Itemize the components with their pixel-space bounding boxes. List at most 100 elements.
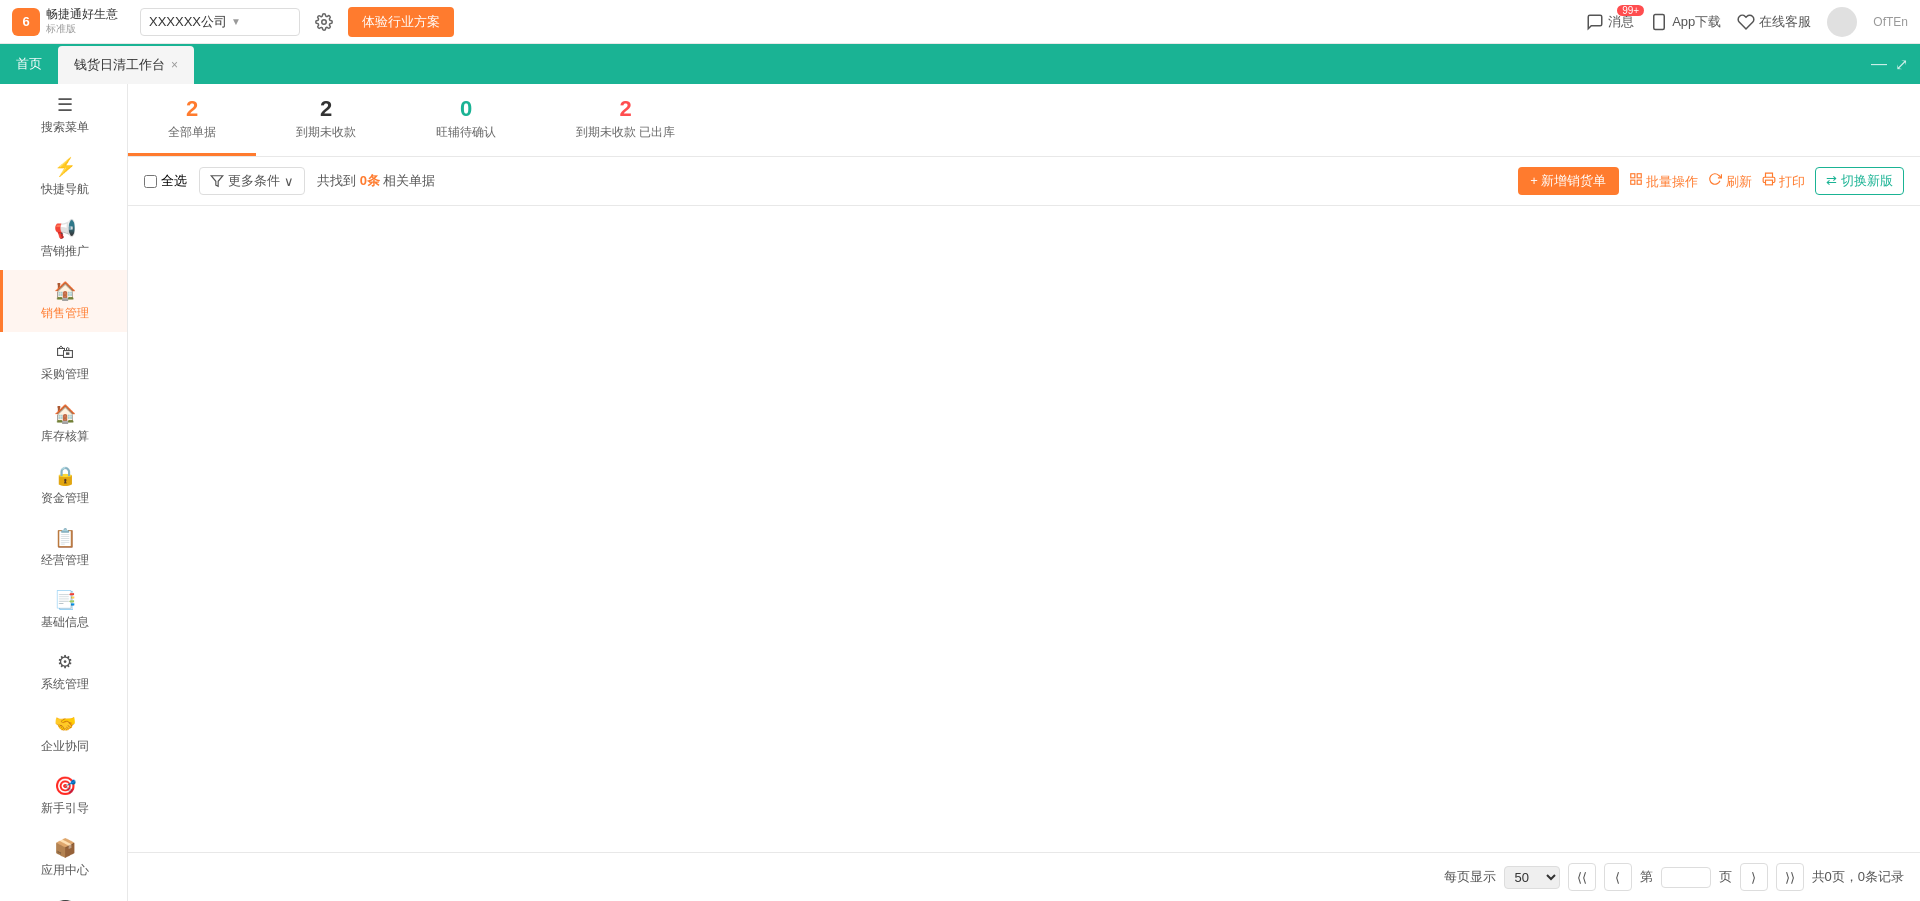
- sidebar-item-marketing[interactable]: 📢 营销推广: [0, 208, 127, 270]
- print-btn[interactable]: 打印: [1762, 172, 1806, 191]
- total-info: 共0页，0条记录: [1812, 868, 1904, 886]
- finance-icon: 🔒: [54, 465, 76, 487]
- cooperation-icon: 🤝: [54, 713, 76, 735]
- page-first-btn[interactable]: ⟨⟨: [1568, 863, 1596, 891]
- sidebar-item-search-menu[interactable]: ☰ 搜索菜单: [0, 84, 127, 146]
- sidebar-item-finance[interactable]: 🔒 资金管理: [0, 455, 127, 517]
- logo-area: 6 畅捷通好生意 标准版: [12, 7, 140, 37]
- toolbar-right: + 新增销货单 批量操作 刷新: [1518, 167, 1904, 195]
- sidebar-item-cooperation[interactable]: 🤝 企业协同: [0, 703, 127, 765]
- svg-rect-7: [1637, 180, 1641, 184]
- stat-tab-pending[interactable]: 0 旺辅待确认: [396, 84, 536, 156]
- stat-num-overdue: 2: [320, 96, 332, 122]
- marketing-icon: 📢: [54, 218, 76, 240]
- svg-rect-5: [1637, 173, 1641, 177]
- stat-tab-overdue[interactable]: 2 到期未收款: [256, 84, 396, 156]
- quick-nav-icon: ⚡: [54, 156, 76, 178]
- stat-label-pending: 旺辅待确认: [436, 124, 496, 141]
- stats-tabs: 2 全部单据 2 到期未收款 0 旺辅待确认 2 到期未收款 已出库: [128, 84, 1920, 157]
- sidebar-item-system[interactable]: ⚙ 系统管理: [0, 641, 127, 703]
- sidebar-item-sales[interactable]: 🏠 销售管理: [0, 270, 127, 332]
- tab-active[interactable]: 钱货日清工作台 ×: [58, 46, 194, 84]
- stat-tab-all[interactable]: 2 全部单据: [128, 84, 256, 156]
- refresh-btn[interactable]: 刷新: [1708, 172, 1752, 191]
- tab-bar-right: — ⤢: [1871, 55, 1920, 74]
- stat-label-overdue: 到期未收款: [296, 124, 356, 141]
- system-icon: ⚙: [57, 651, 73, 673]
- svg-rect-6: [1630, 180, 1634, 184]
- avatar[interactable]: [1827, 7, 1857, 37]
- page-size-label: 每页显示: [1444, 868, 1496, 886]
- sidebar-item-base-info[interactable]: 📑 基础信息: [0, 579, 127, 641]
- batch-btn[interactable]: 批量操作: [1629, 172, 1699, 191]
- tab-close-btn[interactable]: ×: [171, 58, 178, 72]
- tab-minimize-btn[interactable]: —: [1871, 55, 1887, 73]
- company-name: XXXXXX公司: [149, 13, 227, 31]
- page-next-btn[interactable]: ⟩: [1740, 863, 1768, 891]
- page-prev-btn[interactable]: ⟨: [1604, 863, 1632, 891]
- sidebar-item-wechat[interactable]: 💬 企业微信: [0, 889, 127, 901]
- tab-expand-btn[interactable]: ⤢: [1895, 55, 1908, 74]
- message-item[interactable]: 消息 99+: [1586, 13, 1634, 31]
- sidebar-item-quick-nav[interactable]: ⚡ 快捷导航: [0, 146, 127, 208]
- base-info-icon: 📑: [54, 589, 76, 611]
- purchase-icon: 🛍: [56, 342, 74, 363]
- sidebar-item-guide[interactable]: 🎯 新手引导: [0, 765, 127, 827]
- app-center-icon: 📦: [54, 837, 76, 859]
- app-name: 畅捷通好生意: [46, 7, 118, 23]
- sidebar-item-inventory[interactable]: 🏠 库存核算: [0, 393, 127, 455]
- page-input[interactable]: 1: [1661, 867, 1711, 888]
- tab-bar: 首页 钱货日清工作台 × — ⤢: [0, 44, 1920, 84]
- sidebar-item-app-center[interactable]: 📦 应用中心: [0, 827, 127, 889]
- toolbar: 全选 更多条件 ∨ 共找到 0条 相关单据 + 新增销货单: [128, 157, 1920, 206]
- stat-num-all: 2: [186, 96, 198, 122]
- experience-btn[interactable]: 体验行业方案: [348, 7, 454, 37]
- sidebar-item-purchase[interactable]: 🛍 采购管理: [0, 332, 127, 393]
- found-count: 0条: [360, 173, 380, 188]
- print-icon: [1762, 172, 1776, 186]
- svg-rect-1: [1654, 14, 1665, 29]
- search-menu-icon: ☰: [57, 94, 73, 116]
- inventory-icon: 🏠: [54, 403, 76, 425]
- page-size-select[interactable]: 20 50 100: [1504, 866, 1560, 889]
- guide-icon: 🎯: [54, 775, 76, 797]
- operations-icon: 📋: [54, 527, 76, 549]
- online-service-label: 在线客服: [1759, 13, 1811, 31]
- online-service-item[interactable]: 在线客服: [1737, 13, 1811, 31]
- stat-num-overdue-out: 2: [620, 96, 632, 122]
- filter-btn[interactable]: 更多条件 ∨: [199, 167, 305, 195]
- svg-marker-3: [211, 176, 223, 187]
- company-selector[interactable]: XXXXXX公司 ▼: [140, 8, 300, 36]
- app-download-label: App下载: [1672, 13, 1721, 31]
- page-label: 第: [1640, 868, 1653, 886]
- main-layout: ☰ 搜索菜单 ⚡ 快捷导航 📢 营销推广 🏠 销售管理 🛍 采购管理 🏠 库存核…: [0, 84, 1920, 901]
- svg-point-0: [322, 19, 327, 24]
- select-all-input[interactable]: [144, 175, 157, 188]
- sidebar-item-operations[interactable]: 📋 经营管理: [0, 517, 127, 579]
- header-right: 消息 99+ App下载 在线客服 OfTEn: [1586, 7, 1908, 37]
- user-name: OfTEn: [1873, 15, 1908, 29]
- stat-tab-overdue-out[interactable]: 2 到期未收款 已出库: [536, 84, 715, 156]
- chevron-down-icon: ▼: [231, 16, 241, 27]
- select-all-checkbox[interactable]: 全选: [144, 172, 187, 190]
- stat-num-pending: 0: [460, 96, 472, 122]
- top-header: 6 畅捷通好生意 标准版 XXXXXX公司 ▼ 体验行业方案 消息 99+: [0, 0, 1920, 44]
- page-last-btn[interactable]: ⟩⟩: [1776, 863, 1804, 891]
- message-badge: 99+: [1617, 5, 1644, 16]
- switch-new-btn[interactable]: ⇄ 切换新版: [1815, 167, 1904, 195]
- stat-label-all: 全部单据: [168, 124, 216, 141]
- table-area: [128, 206, 1920, 852]
- refresh-icon: [1708, 172, 1722, 186]
- svg-rect-8: [1765, 180, 1772, 185]
- app-download-item[interactable]: App下载: [1650, 13, 1721, 31]
- content-area: 2 全部单据 2 到期未收款 0 旺辅待确认 2 到期未收款 已出库 全选: [128, 84, 1920, 901]
- batch-icon: [1629, 172, 1643, 186]
- tab-home[interactable]: 首页: [0, 44, 58, 84]
- pagination-bar: 每页显示 20 50 100 ⟨⟨ ⟨ 第 1 页 ⟩ ⟩⟩ 共0页，0条记录: [128, 852, 1920, 901]
- svg-rect-4: [1630, 173, 1634, 177]
- settings-button[interactable]: [308, 6, 340, 38]
- add-sales-btn[interactable]: + 新增销货单: [1518, 167, 1618, 195]
- stat-label-overdue-out: 到期未收款 已出库: [576, 124, 675, 141]
- app-badge: 标准版: [46, 22, 118, 36]
- switch-icon: ⇄: [1826, 173, 1841, 188]
